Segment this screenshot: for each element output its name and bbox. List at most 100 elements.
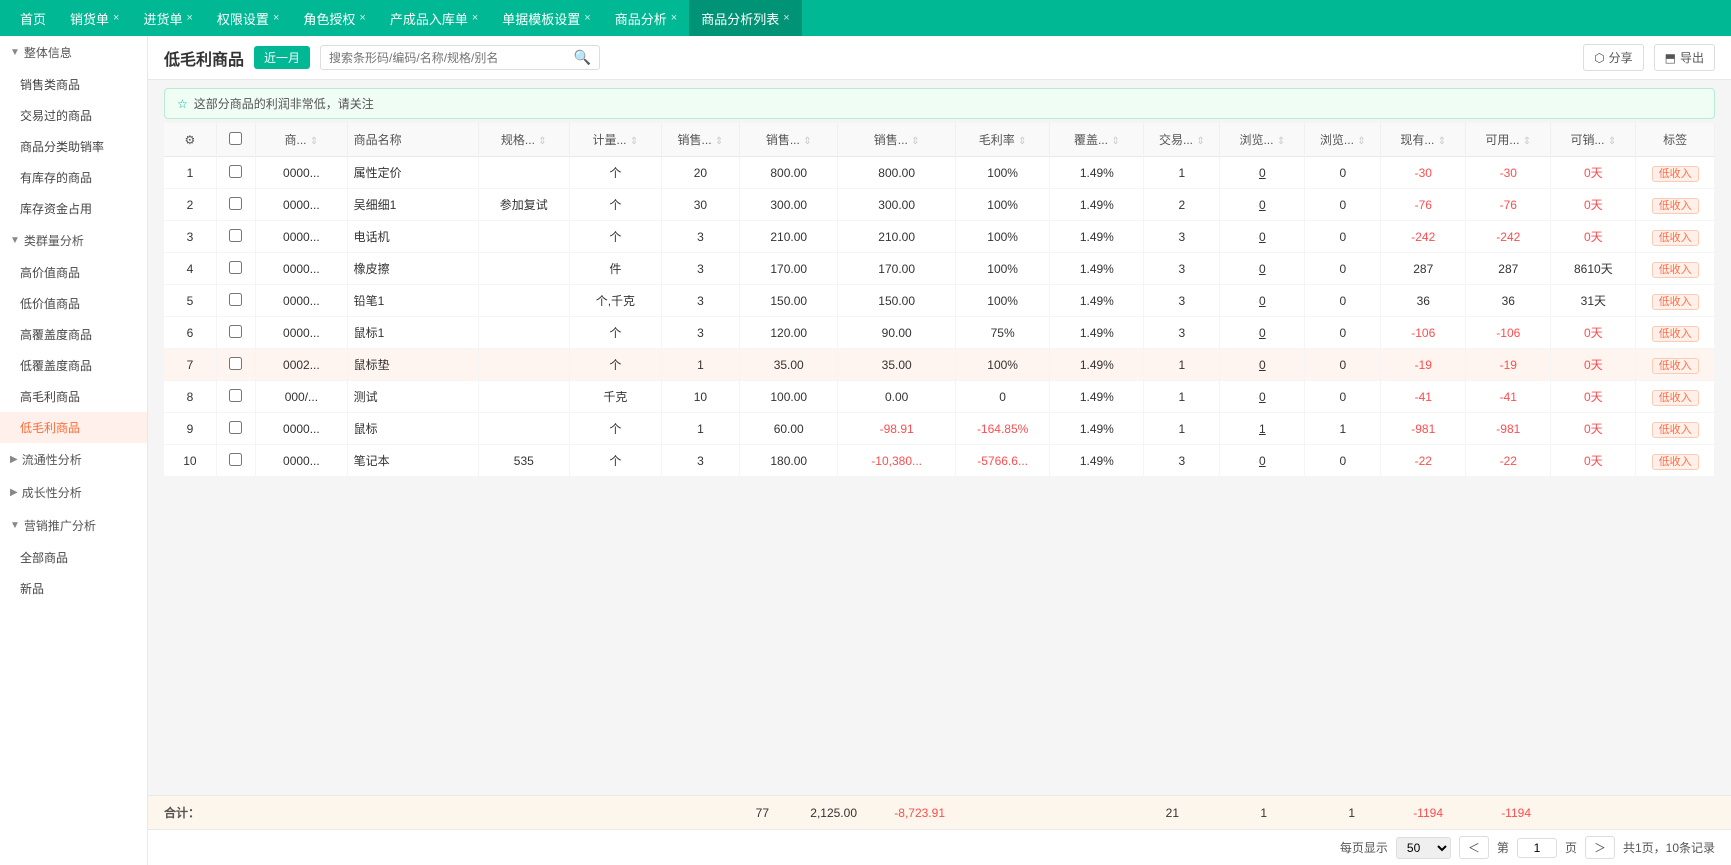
row-checkbox[interactable] <box>216 157 255 189</box>
row-checkbox[interactable] <box>216 285 255 317</box>
export-button[interactable]: ⬒ 导出 <box>1654 44 1715 71</box>
nav-role-auth[interactable]: 角色授权 × <box>291 0 377 36</box>
tag-col-header[interactable]: 标签 <box>1636 123 1715 157</box>
sidebar-group-overall[interactable]: ▼ 整体信息 <box>0 36 147 69</box>
row-view1[interactable]: 0 <box>1220 189 1305 221</box>
row-view1[interactable]: 0 <box>1220 349 1305 381</box>
nav-product-analysis[interactable]: 商品分析 × <box>603 0 689 36</box>
row-check[interactable] <box>229 293 242 306</box>
sidebar-group-marketing-analysis[interactable]: ▼ 营销推广分析 <box>0 509 147 542</box>
row-view1[interactable]: 0 <box>1220 253 1305 285</box>
row-checkbox[interactable] <box>216 413 255 445</box>
row-view1[interactable]: 0 <box>1220 381 1305 413</box>
filter-recent-month-button[interactable]: 近一月 <box>254 46 310 69</box>
nav-product-warehouse[interactable]: 产成品入库单 × <box>378 0 490 36</box>
page-size-select[interactable]: 50 20 100 <box>1396 837 1451 859</box>
row-checkbox[interactable] <box>216 349 255 381</box>
close-icon[interactable]: × <box>359 12 365 24</box>
row-checkbox[interactable] <box>216 253 255 285</box>
spec-col-header[interactable]: 规格... ⇕ <box>478 123 570 157</box>
next-page-button[interactable]: ＞ <box>1585 836 1615 859</box>
sales-price-col-header[interactable]: 销售... ⇕ <box>740 123 838 157</box>
sidebar-item-inventory-capital[interactable]: 库存资金占用 <box>0 193 147 224</box>
sidebar-item-category-sales-rate[interactable]: 商品分类助销率 <box>0 131 147 162</box>
row-check[interactable] <box>229 165 242 178</box>
row-check[interactable] <box>229 357 242 370</box>
close-icon[interactable]: × <box>186 12 192 24</box>
view2-col-header[interactable]: 浏览... ⇕ <box>1305 123 1381 157</box>
sales-amount-col-header[interactable]: 销售... ⇕ <box>838 123 956 157</box>
sidebar-group-flow-analysis[interactable]: ▶ 流通性分析 <box>0 443 147 476</box>
row-view1[interactable]: 1 <box>1220 413 1305 445</box>
row-check[interactable] <box>229 261 242 274</box>
check-col-header[interactable] <box>216 123 255 157</box>
nav-sales-order[interactable]: 销货单 × <box>58 0 131 36</box>
coverage-col-header[interactable]: 覆盖... ⇕ <box>1050 123 1144 157</box>
view1-col-header[interactable]: 浏览... ⇕ <box>1220 123 1305 157</box>
row-check[interactable] <box>229 229 242 242</box>
sidebar-item-all-products[interactable]: 全部商品 <box>0 542 147 573</box>
available-col-header[interactable]: 可用... ⇕ <box>1466 123 1551 157</box>
row-check[interactable] <box>229 325 242 338</box>
current-col-header[interactable]: 现有... ⇕ <box>1381 123 1466 157</box>
row-checkbox[interactable] <box>216 381 255 413</box>
select-all-checkbox[interactable] <box>229 132 242 145</box>
settings-col-header[interactable]: ⚙ <box>164 123 216 157</box>
close-icon[interactable]: × <box>113 12 119 24</box>
row-sales-qty: 3 <box>661 445 740 477</box>
row-spec <box>478 317 570 349</box>
sidebar-item-inventory-products[interactable]: 有库存的商品 <box>0 162 147 193</box>
search-box[interactable]: 🔍 <box>320 45 600 70</box>
close-icon[interactable]: × <box>472 12 478 24</box>
nav-home[interactable]: 首页 <box>8 0 58 36</box>
close-icon[interactable]: × <box>273 12 279 24</box>
sidebar-item-sales-products[interactable]: 销售类商品 <box>0 69 147 100</box>
row-check[interactable] <box>229 453 242 466</box>
close-icon[interactable]: × <box>783 12 789 24</box>
sidebar-item-low-gross[interactable]: 低毛利商品 <box>0 412 147 443</box>
gross-rate-col-header[interactable]: 毛利率 ⇕ <box>956 123 1050 157</box>
row-checkbox[interactable] <box>216 221 255 253</box>
row-check[interactable] <box>229 389 242 402</box>
nav-purchase-order[interactable]: 进货单 × <box>131 0 204 36</box>
sales-qty-col-header[interactable]: 销售... ⇕ <box>661 123 740 157</box>
name-col-header[interactable]: 商品名称 <box>347 123 478 157</box>
sidebar-item-high-gross[interactable]: 高毛利商品 <box>0 381 147 412</box>
page-number-input[interactable] <box>1517 838 1557 858</box>
row-checkbox[interactable] <box>216 317 255 349</box>
sidebar-group-growth-analysis[interactable]: ▶ 成长性分析 <box>0 476 147 509</box>
sidebar-item-new-products[interactable]: 新品 <box>0 573 147 604</box>
code-col-header[interactable]: 商... ⇕ <box>256 123 348 157</box>
search-input[interactable] <box>329 51 574 65</box>
sidebar-item-traded-products[interactable]: 交易过的商品 <box>0 100 147 131</box>
sellable-col-header[interactable]: 可销... ⇕ <box>1551 123 1636 157</box>
sidebar-group-cluster-analysis[interactable]: ▼ 类群量分析 <box>0 224 147 257</box>
nav-permission[interactable]: 权限设置 × <box>205 0 291 36</box>
sidebar-item-high-coverage[interactable]: 高覆盖度商品 <box>0 319 147 350</box>
row-check[interactable] <box>229 197 242 210</box>
sidebar-item-low-value[interactable]: 低价值商品 <box>0 288 147 319</box>
sidebar-item-high-value[interactable]: 高价值商品 <box>0 257 147 288</box>
sidebar-item-low-coverage[interactable]: 低覆盖度商品 <box>0 350 147 381</box>
row-sales-amount: 300.00 <box>838 189 956 221</box>
nav-product-analysis-list[interactable]: 商品分析列表 × <box>689 0 801 36</box>
row-sales-amount: 170.00 <box>838 253 956 285</box>
prev-page-button[interactable]: ＜ <box>1459 836 1489 859</box>
nav-template-settings[interactable]: 单据模板设置 × <box>490 0 602 36</box>
row-view1[interactable]: 0 <box>1220 285 1305 317</box>
row-check[interactable] <box>229 421 242 434</box>
unit-col-header[interactable]: 计量... ⇕ <box>570 123 662 157</box>
row-checkbox[interactable] <box>216 445 255 477</box>
row-view1[interactable]: 0 <box>1220 317 1305 349</box>
row-checkbox[interactable] <box>216 189 255 221</box>
share-button[interactable]: ⬡ 分享 <box>1583 44 1644 71</box>
close-icon[interactable]: × <box>584 12 590 24</box>
product-analysis-table: ⚙ 商... ⇕ 商品名称 规格... ⇕ 计量... ⇕ 销售... ⇕ 销售… <box>164 123 1715 477</box>
trade-col-header[interactable]: 交易... ⇕ <box>1144 123 1220 157</box>
row-view1[interactable]: 0 <box>1220 221 1305 253</box>
close-icon[interactable]: × <box>671 12 677 24</box>
row-view1[interactable]: 0 <box>1220 445 1305 477</box>
row-name: 橡皮擦 <box>347 253 478 285</box>
row-view1[interactable]: 0 <box>1220 157 1305 189</box>
row-trade: 3 <box>1144 253 1220 285</box>
